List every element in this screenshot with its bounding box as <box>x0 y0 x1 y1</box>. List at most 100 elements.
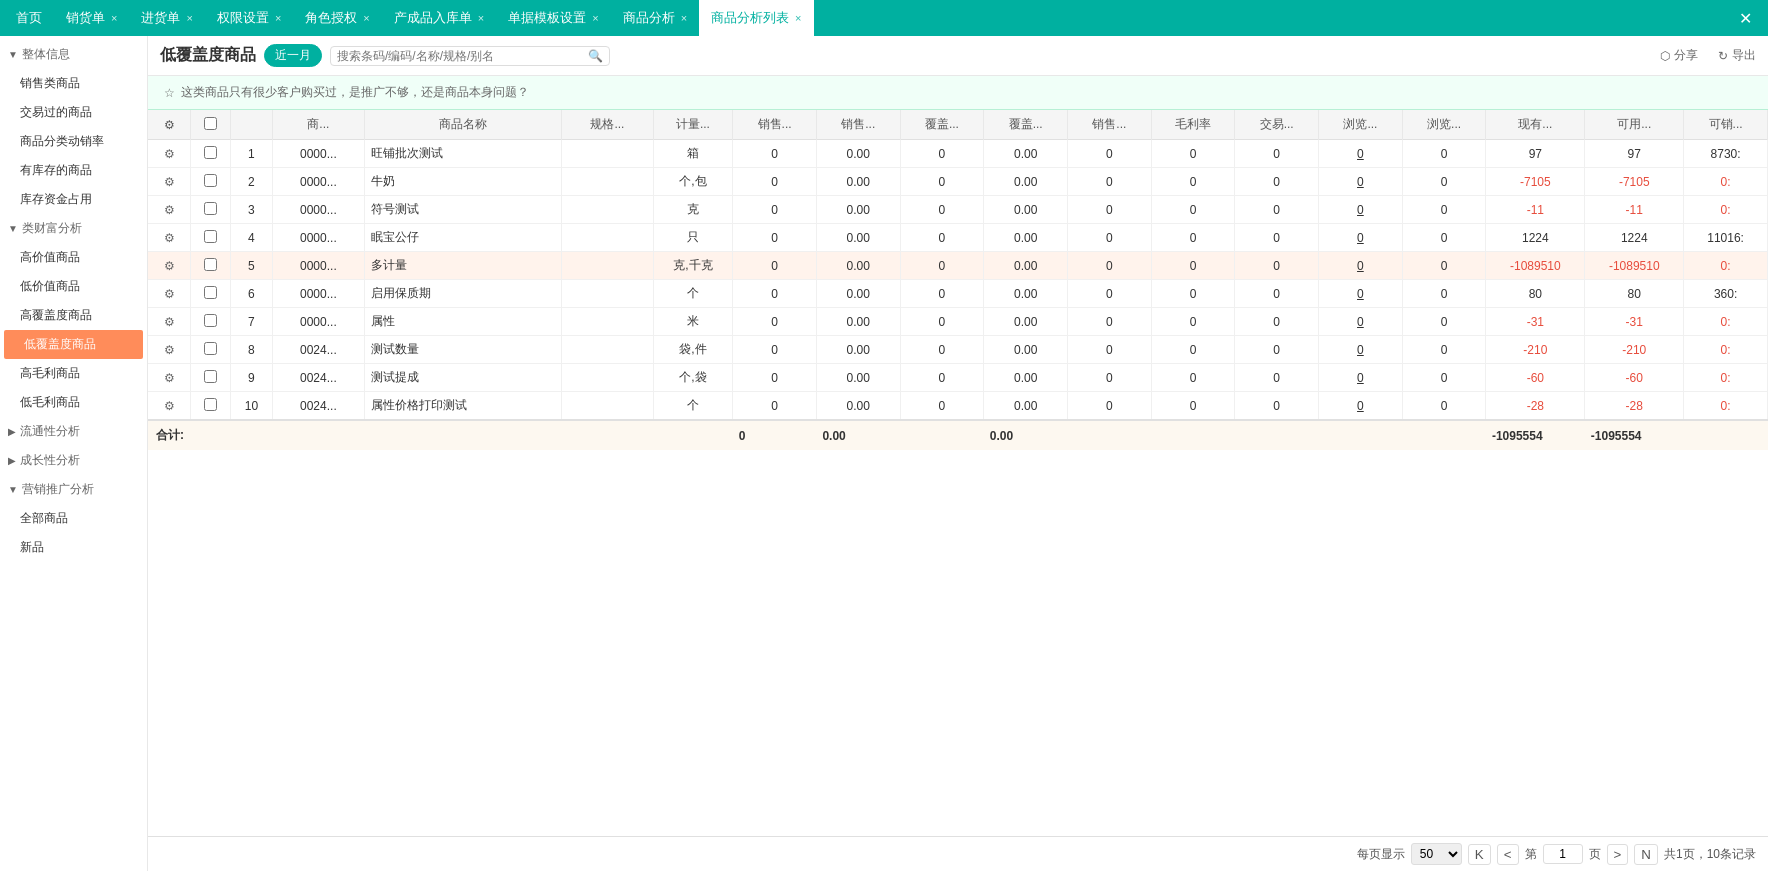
row-select-checkbox[interactable] <box>204 314 217 327</box>
sidebar-section-circulation[interactable]: ▶ 流通性分析 <box>0 417 147 446</box>
sidebar-item-low-coverage[interactable]: 低覆盖度商品 <box>4 330 143 359</box>
sidebar-item-category-rate[interactable]: 商品分类动销率 <box>0 127 147 156</box>
col-checkbox[interactable] <box>191 110 231 140</box>
col-sales-amount[interactable]: 销售... <box>816 110 900 140</box>
nav-permission[interactable]: 权限设置 × <box>205 0 293 36</box>
col-browse1[interactable]: 浏览... <box>1319 110 1403 140</box>
row-select-checkbox[interactable] <box>204 146 217 159</box>
col-sellable[interactable]: 可销... <box>1684 110 1768 140</box>
col-transaction[interactable]: 交易... <box>1235 110 1319 140</box>
filter-recent-month[interactable]: 近一月 <box>264 44 322 67</box>
nav-purchase[interactable]: 进货单 × <box>129 0 204 36</box>
row-select-checkbox[interactable] <box>204 202 217 215</box>
row-browse1[interactable]: 0 <box>1319 364 1403 392</box>
row-checkbox[interactable] <box>191 196 231 224</box>
search-input[interactable] <box>337 49 584 63</box>
sidebar-item-high-profit[interactable]: 高毛利商品 <box>0 359 147 388</box>
row-select-checkbox[interactable] <box>204 398 217 411</box>
sidebar-item-sales-goods[interactable]: 销售类商品 <box>0 69 147 98</box>
col-cover2[interactable]: 覆盖... <box>984 110 1068 140</box>
row-select-checkbox[interactable] <box>204 230 217 243</box>
col-spec[interactable]: 规格... <box>562 110 653 140</box>
row-settings[interactable]: ⚙ <box>148 168 191 196</box>
export-button[interactable]: ↻ 导出 <box>1718 47 1756 64</box>
row-checkbox[interactable] <box>191 364 231 392</box>
close-role-icon[interactable]: × <box>363 12 369 24</box>
row-select-checkbox[interactable] <box>204 370 217 383</box>
row-settings[interactable]: ⚙ <box>148 392 191 421</box>
col-cover1[interactable]: 覆盖... <box>900 110 984 140</box>
next-page-button[interactable]: > <box>1607 844 1629 865</box>
col-current[interactable]: 现有... <box>1486 110 1585 140</box>
row-checkbox[interactable] <box>191 252 231 280</box>
row-browse1[interactable]: 0 <box>1319 336 1403 364</box>
col-sales2[interactable]: 销售... <box>1067 110 1151 140</box>
row-checkbox[interactable] <box>191 140 231 168</box>
sidebar-section-growth[interactable]: ▶ 成长性分析 <box>0 446 147 475</box>
col-gross-rate[interactable]: 毛利率 <box>1151 110 1235 140</box>
select-all-checkbox[interactable] <box>204 117 217 130</box>
nav-template[interactable]: 单据模板设置 × <box>496 0 610 36</box>
page-size-select[interactable]: 50 100 200 <box>1411 843 1462 865</box>
row-browse1[interactable]: 0 <box>1319 280 1403 308</box>
close-purchase-icon[interactable]: × <box>186 12 192 24</box>
row-settings[interactable]: ⚙ <box>148 224 191 252</box>
col-name[interactable]: 商品名称 <box>364 110 562 140</box>
close-product-analysis-list-icon[interactable]: × <box>795 12 801 24</box>
row-settings[interactable]: ⚙ <box>148 308 191 336</box>
col-settings[interactable]: ⚙ <box>148 110 191 140</box>
row-checkbox[interactable] <box>191 168 231 196</box>
sidebar-item-low-profit[interactable]: 低毛利商品 <box>0 388 147 417</box>
close-permission-icon[interactable]: × <box>275 12 281 24</box>
row-settings[interactable]: ⚙ <box>148 196 191 224</box>
sidebar-item-traded-goods[interactable]: 交易过的商品 <box>0 98 147 127</box>
close-product-analysis-icon[interactable]: × <box>681 12 687 24</box>
row-select-checkbox[interactable] <box>204 286 217 299</box>
close-finished-goods-icon[interactable]: × <box>478 12 484 24</box>
sidebar-item-capital[interactable]: 库存资金占用 <box>0 185 147 214</box>
window-close-icon[interactable]: ✕ <box>1727 9 1764 28</box>
nav-sales[interactable]: 销货单 × <box>54 0 129 36</box>
col-available[interactable]: 可用... <box>1585 110 1684 140</box>
sidebar-section-overall[interactable]: ▼ 整体信息 <box>0 40 147 69</box>
nav-product-analysis-list[interactable]: 商品分析列表 × <box>699 0 813 36</box>
sidebar-item-low-value[interactable]: 低价值商品 <box>0 272 147 301</box>
page-input[interactable] <box>1543 844 1583 864</box>
row-checkbox[interactable] <box>191 280 231 308</box>
sidebar-section-wealth[interactable]: ▼ 类财富分析 <box>0 214 147 243</box>
sidebar-item-high-coverage[interactable]: 高覆盖度商品 <box>0 301 147 330</box>
row-settings[interactable]: ⚙ <box>148 364 191 392</box>
nav-finished-goods[interactable]: 产成品入库单 × <box>382 0 496 36</box>
row-select-checkbox[interactable] <box>204 174 217 187</box>
close-sales-icon[interactable]: × <box>111 12 117 24</box>
nav-home[interactable]: 首页 <box>4 0 54 36</box>
last-page-button[interactable]: N <box>1634 844 1658 865</box>
search-icon[interactable]: 🔍 <box>588 49 603 63</box>
close-template-icon[interactable]: × <box>592 12 598 24</box>
row-browse1[interactable]: 0 <box>1319 196 1403 224</box>
row-checkbox[interactable] <box>191 336 231 364</box>
row-browse1[interactable]: 0 <box>1319 224 1403 252</box>
share-button[interactable]: ⬡ 分享 <box>1660 47 1698 64</box>
row-settings[interactable]: ⚙ <box>148 336 191 364</box>
row-browse1[interactable]: 0 <box>1319 252 1403 280</box>
col-unit[interactable]: 计量... <box>653 110 733 140</box>
row-settings[interactable]: ⚙ <box>148 140 191 168</box>
sidebar-item-in-stock[interactable]: 有库存的商品 <box>0 156 147 185</box>
row-checkbox[interactable] <box>191 224 231 252</box>
row-browse1[interactable]: 0 <box>1319 308 1403 336</box>
row-settings[interactable]: ⚙ <box>148 280 191 308</box>
sidebar-section-marketing[interactable]: ▼ 营销推广分析 <box>0 475 147 504</box>
row-select-checkbox[interactable] <box>204 258 217 271</box>
row-browse1[interactable]: 0 <box>1319 140 1403 168</box>
row-select-checkbox[interactable] <box>204 342 217 355</box>
row-browse1[interactable]: 0 <box>1319 168 1403 196</box>
row-settings[interactable]: ⚙ <box>148 252 191 280</box>
row-checkbox[interactable] <box>191 392 231 421</box>
nav-role[interactable]: 角色授权 × <box>293 0 381 36</box>
first-page-button[interactable]: K <box>1468 844 1491 865</box>
col-code[interactable]: 商... <box>273 110 364 140</box>
row-browse1[interactable]: 0 <box>1319 392 1403 421</box>
col-sales-count[interactable]: 销售... <box>733 110 817 140</box>
nav-product-analysis[interactable]: 商品分析 × <box>611 0 699 36</box>
